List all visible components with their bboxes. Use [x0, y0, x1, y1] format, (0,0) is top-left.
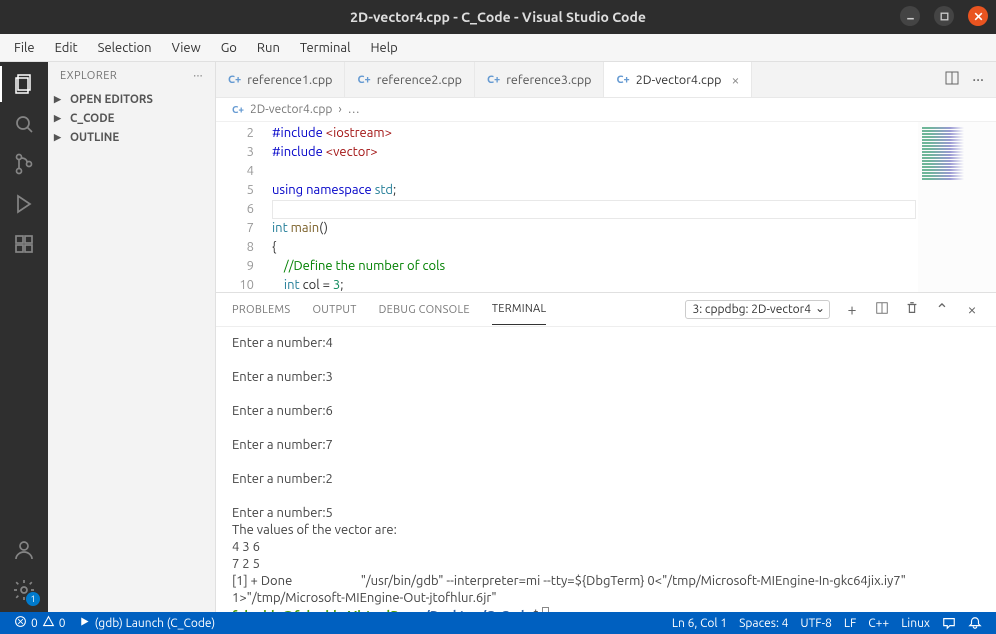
explorer-panel: EXPLORER ··· ▶OPEN EDITORS ▶C_CODE ▶OUTL…	[48, 62, 216, 612]
menu-view[interactable]: View	[162, 37, 211, 59]
status-eol[interactable]: LF	[838, 616, 862, 630]
breadcrumb[interactable]: C+ 2D-vector4.cpp › …	[216, 98, 996, 122]
maximize-panel-icon[interactable]: ⌃	[934, 300, 950, 319]
menu-help[interactable]: Help	[360, 37, 407, 59]
explorer-title: EXPLORER	[60, 70, 117, 82]
terminal-output: Enter a number:4 Enter a number:3 Enter …	[232, 336, 909, 605]
panel-tab-problems[interactable]: PROBLEMS	[232, 295, 290, 325]
warning-icon	[42, 615, 55, 631]
accounts-icon[interactable]	[10, 536, 38, 564]
open-editors-section[interactable]: ▶OPEN EDITORS	[48, 90, 215, 109]
minimap[interactable]	[918, 122, 996, 292]
tab-reference3[interactable]: C+reference3.cpp	[475, 62, 604, 97]
status-bell-icon[interactable]	[962, 616, 988, 630]
panel-tabs: PROBLEMS OUTPUT DEBUG CONSOLE TERMINAL 3…	[216, 293, 996, 327]
cpp-file-icon: C+	[616, 74, 629, 86]
menu-edit[interactable]: Edit	[45, 37, 88, 59]
cpp-file-icon: C+	[228, 74, 241, 86]
status-encoding[interactable]: UTF-8	[794, 616, 837, 630]
maximize-button[interactable]	[934, 6, 954, 26]
explorer-icon[interactable]	[10, 70, 38, 98]
new-terminal-icon[interactable]: +	[844, 301, 860, 319]
close-tab-icon[interactable]: ×	[731, 72, 739, 88]
status-errors[interactable]: 0 0	[8, 615, 72, 631]
settings-icon[interactable]: 1	[10, 576, 38, 604]
chevron-right-icon: ▶	[54, 113, 68, 124]
status-spaces[interactable]: Spaces: 4	[733, 616, 794, 630]
explorer-header: EXPLORER ···	[48, 62, 215, 90]
activity-bar: 1	[0, 62, 48, 612]
tab-bar: C+reference1.cpp C+reference2.cpp C+refe…	[216, 62, 996, 98]
menu-terminal[interactable]: Terminal	[290, 37, 361, 59]
panel-tab-debug-console[interactable]: DEBUG CONSOLE	[379, 295, 470, 325]
status-launch[interactable]: (gdb) Launch (C_Code)	[72, 615, 222, 631]
panel-tab-output[interactable]: OUTPUT	[312, 295, 356, 325]
source-control-icon[interactable]	[10, 150, 38, 178]
code-content[interactable]: #include <iostream>#include <vector> usi…	[272, 122, 996, 292]
search-icon[interactable]	[10, 110, 38, 138]
error-icon	[14, 615, 27, 631]
menubar: File Edit Selection View Go Run Terminal…	[0, 34, 996, 62]
run-debug-icon[interactable]	[10, 190, 38, 218]
chevron-right-icon: ›	[338, 103, 341, 116]
close-button[interactable]	[968, 6, 988, 26]
tab-2d-vector4[interactable]: C+2D-vector4.cpp×	[604, 62, 752, 97]
status-os[interactable]: Linux	[895, 616, 936, 630]
bottom-panel: PROBLEMS OUTPUT DEBUG CONSOLE TERMINAL 3…	[216, 292, 996, 612]
terminal-selector[interactable]: 3: cppdbg: 2D-vector4	[685, 300, 830, 319]
close-panel-icon[interactable]: ×	[964, 301, 980, 319]
split-terminal-icon[interactable]	[874, 301, 890, 319]
menu-selection[interactable]: Selection	[88, 37, 162, 59]
folder-section[interactable]: ▶C_CODE	[48, 109, 215, 128]
line-gutter: 2345678910	[216, 122, 272, 292]
editor-area: C+reference1.cpp C+reference2.cpp C+refe…	[216, 62, 996, 612]
status-language[interactable]: C++	[862, 616, 895, 630]
text-cursor	[272, 201, 273, 216]
split-editor-icon[interactable]	[944, 70, 960, 90]
cpp-file-icon: C+	[357, 74, 370, 86]
window-title: 2D-vector4.cpp - C_Code - Visual Studio …	[0, 9, 996, 25]
outline-section[interactable]: ▶OUTLINE	[48, 128, 215, 147]
minimize-button[interactable]	[900, 6, 920, 26]
cpp-file-icon: C+	[487, 74, 500, 86]
breadcrumb-more: …	[348, 103, 360, 116]
tab-reference2[interactable]: C+reference2.cpp	[345, 62, 474, 97]
chevron-right-icon: ▶	[54, 94, 68, 105]
main-area: 1 EXPLORER ··· ▶OPEN EDITORS ▶C_CODE ▶OU…	[0, 62, 996, 612]
window-controls	[900, 6, 988, 26]
status-line-col[interactable]: Ln 6, Col 1	[666, 616, 733, 630]
terminal-content[interactable]: Enter a number:4 Enter a number:3 Enter …	[216, 327, 996, 612]
panel-tab-terminal[interactable]: TERMINAL	[492, 294, 547, 325]
status-bar: 0 0 (gdb) Launch (C_Code) Ln 6, Col 1 Sp…	[0, 612, 996, 634]
kill-terminal-icon[interactable]	[904, 301, 920, 319]
settings-badge: 1	[26, 592, 40, 606]
status-feedback-icon[interactable]	[936, 616, 962, 630]
menu-file[interactable]: File	[4, 37, 45, 59]
more-actions-icon[interactable]: ···	[972, 71, 984, 89]
tab-reference1[interactable]: C+reference1.cpp	[216, 62, 345, 97]
menu-go[interactable]: Go	[211, 37, 247, 59]
code-editor[interactable]: 2345678910 #include <iostream>#include <…	[216, 122, 996, 292]
breadcrumb-file: 2D-vector4.cpp	[250, 103, 332, 116]
chevron-right-icon: ▶	[54, 132, 68, 143]
explorer-more-icon[interactable]: ···	[193, 70, 203, 82]
debug-icon	[78, 615, 91, 631]
extensions-icon[interactable]	[10, 230, 38, 258]
titlebar: 2D-vector4.cpp - C_Code - Visual Studio …	[0, 0, 996, 34]
menu-run[interactable]: Run	[247, 37, 290, 59]
cpp-file-icon: C+	[232, 104, 244, 115]
